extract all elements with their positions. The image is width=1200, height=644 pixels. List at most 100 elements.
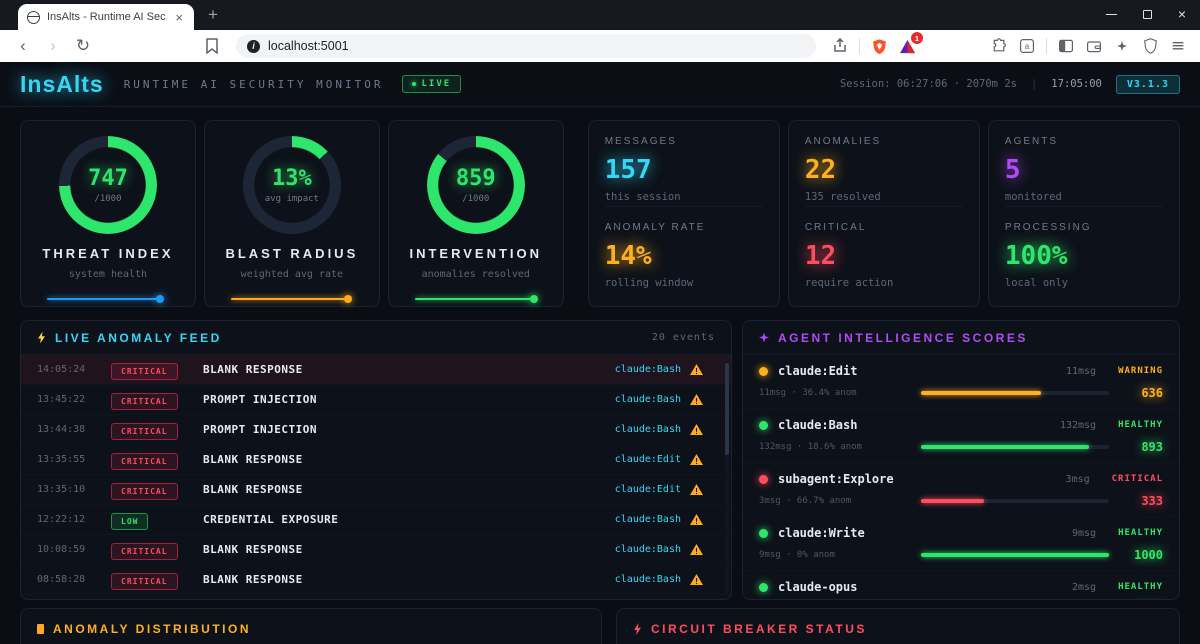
feed-row[interactable]: 13:44:38 CRITICAL PROMPT INJECTION claud… bbox=[21, 415, 731, 445]
brave-shield-icon[interactable] bbox=[867, 34, 891, 58]
dashboard: 747 /1000 THREAT INDEX system health 13%… bbox=[0, 107, 1200, 644]
agent-scores-panel: AGENT INTELLIGENCE SCORES claude:Edit 11… bbox=[742, 320, 1180, 600]
maximize-button[interactable] bbox=[1143, 10, 1152, 19]
feed-row[interactable]: 12:22:12 LOW CREDENTIAL EXPOSURE claude:… bbox=[21, 505, 731, 535]
back-button[interactable]: ‹ bbox=[10, 33, 36, 59]
feed-row[interactable]: 13:35:55 CRITICAL BLANK RESPONSE claude:… bbox=[21, 445, 731, 475]
anomaly-type: BLANK RESPONSE bbox=[203, 453, 303, 466]
threat-index-title: THREAT INDEX bbox=[42, 246, 173, 261]
feed-row[interactable]: 13:35:10 CRITICAL BLANK RESPONSE claude:… bbox=[21, 475, 731, 505]
forward-button[interactable]: › bbox=[40, 33, 66, 59]
agent-item: claude:Bash 132msg HEALTHY 132msg · 18.6… bbox=[743, 409, 1179, 463]
search-tabs-icon[interactable]: a bbox=[1015, 34, 1039, 58]
close-button[interactable]: × bbox=[1178, 7, 1186, 21]
feed-row[interactable]: 13:45:22 CRITICAL PROMPT INJECTION claud… bbox=[21, 385, 731, 415]
stat-caption: local only bbox=[1005, 277, 1163, 289]
anomaly-distribution-title: ANOMALY DISTRIBUTION bbox=[53, 622, 251, 636]
share-icon[interactable] bbox=[828, 34, 852, 58]
agent-score: 1000 bbox=[1119, 548, 1163, 562]
slider-handle[interactable] bbox=[156, 295, 164, 303]
agent-score-bar bbox=[921, 445, 1109, 449]
tab-close-icon[interactable]: × bbox=[173, 10, 185, 25]
agent-status-badge: HEALTHY bbox=[1118, 582, 1163, 592]
agent-name: subagent:Explore bbox=[778, 472, 894, 486]
threat-index-slider[interactable] bbox=[47, 294, 169, 303]
blast-radius-value: 13% bbox=[272, 166, 312, 191]
severity-badge: CRITICAL bbox=[111, 423, 178, 440]
clock: 17:05:00 bbox=[1051, 78, 1102, 90]
warning-icon: ! bbox=[690, 484, 703, 495]
metrics-row: 747 /1000 THREAT INDEX system health 13%… bbox=[20, 120, 1180, 307]
feed-time: 13:45:22 bbox=[37, 394, 111, 405]
agent-name: claude:Bash bbox=[615, 544, 681, 555]
stat-caption: 135 resolved bbox=[805, 191, 963, 203]
intervention-slider[interactable] bbox=[415, 294, 537, 303]
feed-scrollbar[interactable] bbox=[725, 361, 729, 594]
feed-time: 13:35:55 bbox=[37, 454, 111, 465]
agent-detail: 3msg · 66.7% anom bbox=[759, 496, 911, 506]
vpn-shield-icon[interactable] bbox=[1138, 34, 1162, 58]
agent-name: claude:Bash bbox=[615, 574, 681, 585]
warning-icon: ! bbox=[690, 454, 703, 465]
extensions-icon[interactable] bbox=[987, 34, 1011, 58]
threat-index-card: 747 /1000 THREAT INDEX system health bbox=[20, 120, 196, 307]
agent-status-badge: CRITICAL bbox=[1112, 474, 1163, 484]
reload-button[interactable]: ↻ bbox=[70, 33, 96, 59]
leo-ai-icon[interactable]: 1 bbox=[895, 34, 919, 58]
agent-name: claude:Edit bbox=[615, 454, 681, 465]
address-bar[interactable]: i localhost:5001 bbox=[236, 34, 816, 58]
circuit-breaker-panel: CIRCUIT BREAKER STATUS bbox=[616, 608, 1180, 644]
feed-row[interactable]: 10:08:59 CRITICAL BLANK RESPONSE claude:… bbox=[21, 535, 731, 565]
bookmark-icon[interactable] bbox=[200, 34, 224, 58]
stat-caption: rolling window bbox=[605, 277, 763, 289]
feed-row[interactable]: 08:58:28 CRITICAL BLANK RESPONSE claude:… bbox=[21, 565, 731, 595]
browser-tab[interactable]: InsAlts - Runtime AI Security Mo × bbox=[18, 4, 194, 30]
agent-score-bar bbox=[921, 553, 1109, 557]
agent-name: claude:Bash bbox=[615, 424, 681, 435]
agent-status-dot bbox=[759, 583, 768, 592]
wallet-icon[interactable] bbox=[1082, 34, 1106, 58]
agent-status-dot bbox=[759, 529, 768, 538]
anomaly-type: BLANK RESPONSE bbox=[203, 483, 303, 496]
intervention-title: INTERVENTION bbox=[409, 246, 542, 261]
stat-caption: monitored bbox=[1005, 191, 1163, 203]
feed-time: 13:44:38 bbox=[37, 424, 111, 435]
anomaly-distribution-panel: ANOMALY DISTRIBUTION bbox=[20, 608, 602, 644]
agent-detail: 9msg · 0% anom bbox=[759, 550, 911, 560]
intervention-denom: /1000 bbox=[462, 194, 489, 204]
feed-row[interactable]: 14:05:24 CRITICAL BLANK RESPONSE claude:… bbox=[21, 355, 731, 385]
slider-track bbox=[231, 298, 348, 301]
severity-badge: CRITICAL bbox=[111, 363, 178, 380]
feed-scrollbar-thumb[interactable] bbox=[725, 363, 729, 455]
agent-score-fill bbox=[921, 553, 1109, 557]
live-label: LIVE bbox=[422, 79, 452, 89]
intervention-gauge: 859 /1000 bbox=[427, 136, 525, 234]
site-info-icon[interactable]: i bbox=[247, 40, 260, 53]
threat-index-subtitle: system health bbox=[69, 269, 147, 280]
agent-status-badge: HEALTHY bbox=[1118, 420, 1163, 430]
leo-sparkle-icon[interactable] bbox=[1110, 34, 1134, 58]
feed-event-count: 20 events bbox=[652, 332, 715, 343]
stat-card-agents: AGENTS 5 monitored PROCESSING 100% local… bbox=[988, 120, 1180, 307]
stat-label: CRITICAL bbox=[805, 222, 963, 233]
minimize-button[interactable] bbox=[1106, 14, 1117, 15]
severity-badge: CRITICAL bbox=[111, 483, 178, 500]
agent-msg-count: 3msg bbox=[1066, 474, 1090, 485]
severity-badge: CRITICAL bbox=[111, 573, 178, 590]
slider-handle[interactable] bbox=[344, 295, 352, 303]
intervention-value: 859 bbox=[456, 166, 496, 191]
new-tab-button[interactable]: + bbox=[208, 5, 218, 25]
warning-icon: ! bbox=[690, 574, 703, 585]
agent-status-dot bbox=[759, 367, 768, 376]
slider-handle[interactable] bbox=[530, 295, 538, 303]
slider-track bbox=[47, 298, 160, 301]
agent-name: claude:Bash bbox=[615, 514, 681, 525]
stat-value: 22 bbox=[805, 155, 963, 185]
anomaly-type: CREDENTIAL EXPOSURE bbox=[203, 513, 338, 526]
slider-track bbox=[415, 298, 535, 301]
blast-radius-slider[interactable] bbox=[231, 294, 353, 303]
menu-icon[interactable]: ≡ bbox=[1166, 34, 1190, 58]
sidebar-icon[interactable] bbox=[1054, 34, 1078, 58]
app-subtitle: RUNTIME AI SECURITY MONITOR bbox=[124, 78, 384, 91]
leo-notification-badge: 1 bbox=[911, 32, 923, 44]
